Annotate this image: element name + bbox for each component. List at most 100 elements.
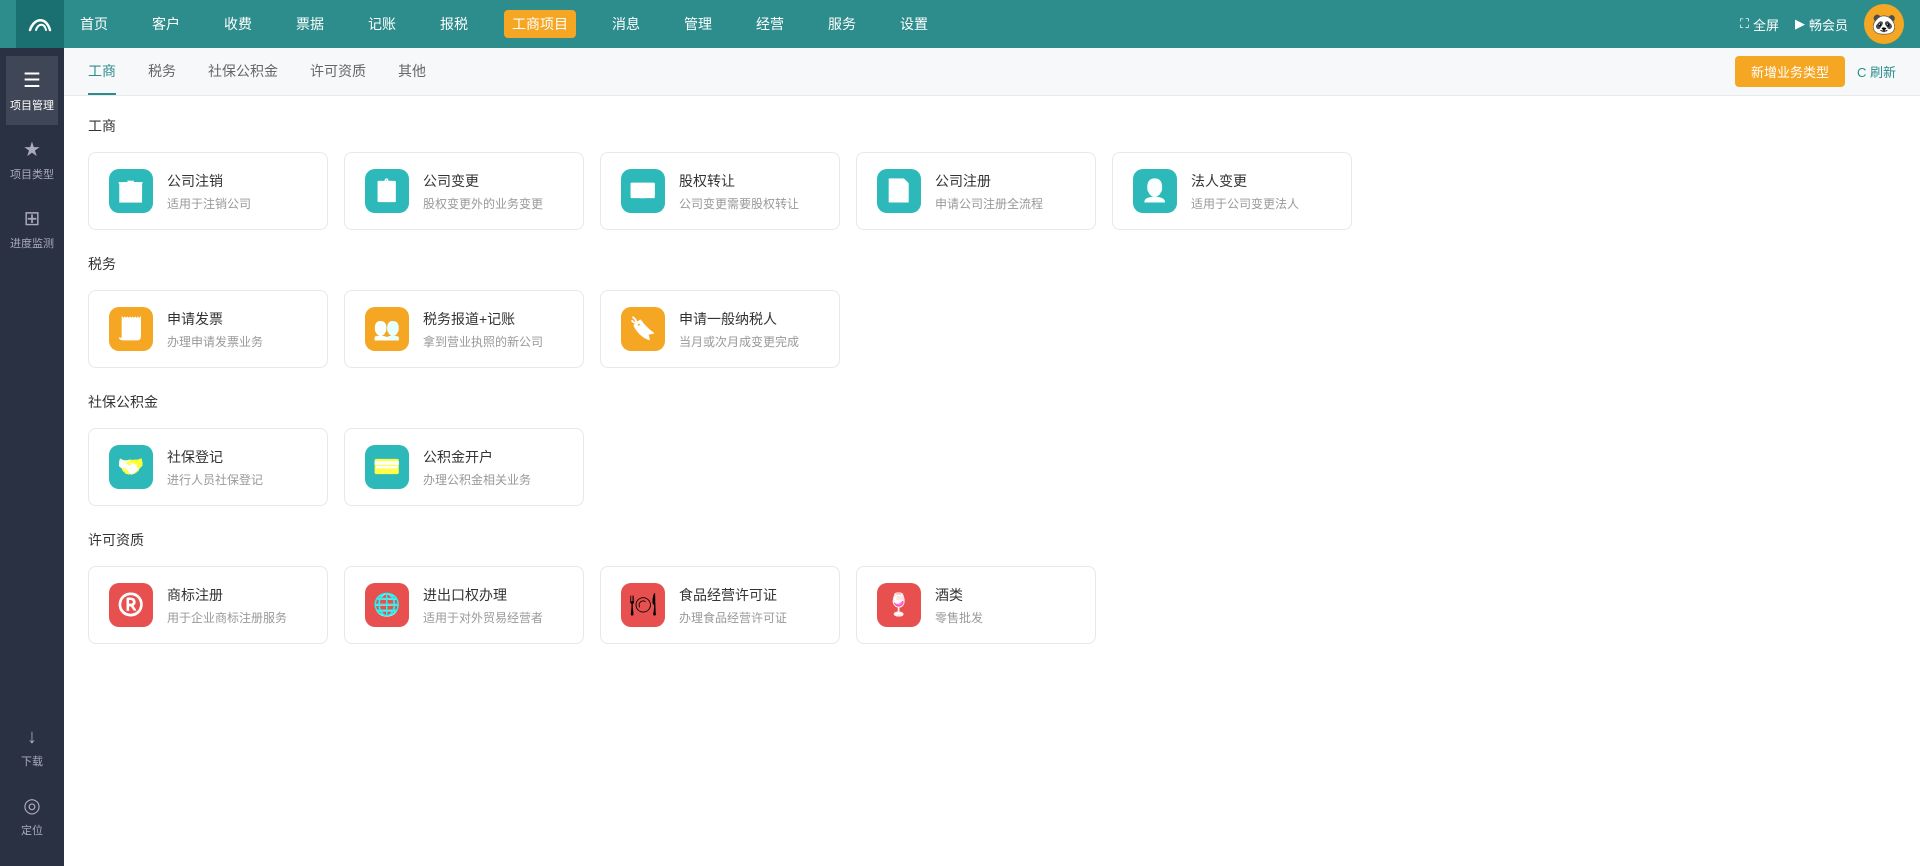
card-icon-公司变更: 📋 [365, 169, 409, 213]
card-emoji-申请发票: 🧾 [117, 316, 144, 342]
card-text-公司变更: 公司变更 股权变更外的业务变更 [423, 171, 543, 212]
section-税务: 税务 🧾 申请发票 办理申请发票业务 👥 税务报道+记账 拿到营业执照的新公司 … [88, 254, 1896, 368]
sidebar-icon-项目类型: ★ [23, 137, 41, 162]
fullscreen-button[interactable]: ⛶ 全屏 [1740, 15, 1779, 34]
card-emoji-股权转让: 💴 [629, 178, 656, 204]
sidebar-item-项目类型[interactable]: ★项目类型 [6, 125, 58, 194]
cards-grid: 🏢 公司注销 适用于注销公司 📋 公司变更 股权变更外的业务变更 💴 股权转让 … [88, 152, 1896, 230]
tab-税务[interactable]: 税务 [148, 49, 176, 95]
card-进出口权办理[interactable]: 🌐 进出口权办理 适用于对外贸易经营者 [344, 566, 584, 644]
nav-item-收费[interactable]: 收费 [216, 10, 260, 38]
card-text-公积金开户: 公积金开户 办理公积金相关业务 [423, 447, 531, 488]
card-食品经营许可证[interactable]: 🍽 食品经营许可证 办理食品经营许可证 [600, 566, 840, 644]
sidebar-item-项目管理[interactable]: ☰项目管理 [6, 56, 58, 125]
card-emoji-法人变更: 👤 [1141, 178, 1168, 204]
card-icon-食品经营许可证: 🍽 [621, 583, 665, 627]
nav-item-消息[interactable]: 消息 [604, 10, 648, 38]
sidebar-bottom-item-定位[interactable]: ◎定位 [17, 781, 47, 850]
nav-item-经营[interactable]: 经营 [748, 10, 792, 38]
card-icon-公司注册: 📄 [877, 169, 921, 213]
sidebar: ☰项目管理★项目类型⊞进度监测 ↓下载◎定位 [0, 48, 64, 866]
card-税务报道+记账[interactable]: 👥 税务报道+记账 拿到营业执照的新公司 [344, 290, 584, 368]
mascot-avatar: 🐼 [1864, 4, 1904, 44]
card-desc-公司注册: 申请公司注册全流程 [935, 195, 1043, 212]
tab-其他[interactable]: 其他 [398, 49, 426, 95]
nav-item-设置[interactable]: 设置 [892, 10, 936, 38]
nav-item-报税[interactable]: 报税 [432, 10, 476, 38]
card-emoji-公司注销: 🏢 [117, 178, 144, 204]
nav-item-记账[interactable]: 记账 [360, 10, 404, 38]
member-button[interactable]: ▶ 畅会员 [1795, 15, 1848, 34]
card-公司注销[interactable]: 🏢 公司注销 适用于注销公司 [88, 152, 328, 230]
cards-grid: ®️ 商标注册 用于企业商标注册服务 🌐 进出口权办理 适用于对外贸易经营者 🍽… [88, 566, 1896, 644]
card-icon-社保登记: 🤝 [109, 445, 153, 489]
card-title-酒类: 酒类 [935, 585, 983, 605]
content-area: 工商 🏢 公司注销 适用于注销公司 📋 公司变更 股权变更外的业务变更 💴 股权… [64, 96, 1920, 866]
tab-社保公积金[interactable]: 社保公积金 [208, 49, 278, 95]
card-社保登记[interactable]: 🤝 社保登记 进行人员社保登记 [88, 428, 328, 506]
card-申请一般纳税人[interactable]: 🔖 申请一般纳税人 当月或次月成变更完成 [600, 290, 840, 368]
card-icon-公司注销: 🏢 [109, 169, 153, 213]
sidebar-bottom: ↓下载◎定位 [17, 714, 47, 866]
card-emoji-公司变更: 📋 [373, 178, 400, 204]
card-emoji-商标注册: ®️ [117, 592, 144, 618]
card-title-税务报道+记账: 税务报道+记账 [423, 309, 543, 329]
card-text-商标注册: 商标注册 用于企业商标注册服务 [167, 585, 287, 626]
card-酒类[interactable]: 🍷 酒类 零售批发 [856, 566, 1096, 644]
nav-item-客户[interactable]: 客户 [144, 10, 188, 38]
card-text-社保登记: 社保登记 进行人员社保登记 [167, 447, 263, 488]
card-desc-税务报道+记账: 拿到营业执照的新公司 [423, 333, 543, 350]
cards-grid: 🤝 社保登记 进行人员社保登记 💳 公积金开户 办理公积金相关业务 [88, 428, 1896, 506]
tab-工商[interactable]: 工商 [88, 49, 116, 95]
card-申请发票[interactable]: 🧾 申请发票 办理申请发票业务 [88, 290, 328, 368]
card-法人变更[interactable]: 👤 法人变更 适用于公司变更法人 [1112, 152, 1352, 230]
card-desc-法人变更: 适用于公司变更法人 [1191, 195, 1299, 212]
card-公司变更[interactable]: 📋 公司变更 股权变更外的业务变更 [344, 152, 584, 230]
nav-item-工商项目[interactable]: 工商项目 [504, 10, 576, 38]
card-text-税务报道+记账: 税务报道+记账 拿到营业执照的新公司 [423, 309, 543, 350]
sidebar-icon-下载: ↓ [27, 726, 37, 749]
tab-bar-actions: 新增业务类型 C 刷新 [1735, 56, 1896, 87]
card-desc-公司变更: 股权变更外的业务变更 [423, 195, 543, 212]
nav-item-首页[interactable]: 首页 [72, 10, 116, 38]
fullscreen-icon: ⛶ [1740, 16, 1749, 32]
nav-item-服务[interactable]: 服务 [820, 10, 864, 38]
card-desc-酒类: 零售批发 [935, 609, 983, 626]
card-desc-公司注销: 适用于注销公司 [167, 195, 251, 212]
section-工商: 工商 🏢 公司注销 适用于注销公司 📋 公司变更 股权变更外的业务变更 💴 股权… [88, 116, 1896, 230]
card-股权转让[interactable]: 💴 股权转让 公司变更需要股权转让 [600, 152, 840, 230]
card-公司注册[interactable]: 📄 公司注册 申请公司注册全流程 [856, 152, 1096, 230]
card-title-股权转让: 股权转让 [679, 171, 799, 191]
section-许可资质: 许可资质 ®️ 商标注册 用于企业商标注册服务 🌐 进出口权办理 适用于对外贸易… [88, 530, 1896, 644]
nav-item-票据[interactable]: 票据 [288, 10, 332, 38]
card-desc-进出口权办理: 适用于对外贸易经营者 [423, 609, 543, 626]
section-title: 社保公积金 [88, 392, 1896, 412]
card-icon-进出口权办理: 🌐 [365, 583, 409, 627]
card-text-酒类: 酒类 零售批发 [935, 585, 983, 626]
nav-item-管理[interactable]: 管理 [676, 10, 720, 38]
app-logo [16, 0, 64, 48]
tab-许可资质[interactable]: 许可资质 [310, 49, 366, 95]
card-title-公司变更: 公司变更 [423, 171, 543, 191]
card-title-社保登记: 社保登记 [167, 447, 263, 467]
card-text-申请发票: 申请发票 办理申请发票业务 [167, 309, 263, 350]
card-title-商标注册: 商标注册 [167, 585, 287, 605]
section-title: 税务 [88, 254, 1896, 274]
play-icon: ▶ [1795, 16, 1805, 32]
card-text-申请一般纳税人: 申请一般纳税人 当月或次月成变更完成 [679, 309, 799, 350]
add-business-type-button[interactable]: 新增业务类型 [1735, 56, 1845, 87]
card-desc-申请发票: 办理申请发票业务 [167, 333, 263, 350]
card-text-公司注销: 公司注销 适用于注销公司 [167, 171, 251, 212]
card-text-公司注册: 公司注册 申请公司注册全流程 [935, 171, 1043, 212]
card-公积金开户[interactable]: 💳 公积金开户 办理公积金相关业务 [344, 428, 584, 506]
cards-grid: 🧾 申请发票 办理申请发票业务 👥 税务报道+记账 拿到营业执照的新公司 🔖 申… [88, 290, 1896, 368]
card-emoji-社保登记: 🤝 [117, 454, 144, 480]
tabs: 工商税务社保公积金许可资质其他 [88, 49, 1735, 94]
member-label: 畅会员 [1809, 15, 1848, 34]
top-nav-right: ⛶ 全屏 ▶ 畅会员 🐼 [1740, 4, 1904, 44]
sidebar-item-进度监测[interactable]: ⊞进度监测 [6, 194, 58, 263]
refresh-button[interactable]: C 刷新 [1857, 62, 1896, 81]
card-商标注册[interactable]: ®️ 商标注册 用于企业商标注册服务 [88, 566, 328, 644]
card-text-法人变更: 法人变更 适用于公司变更法人 [1191, 171, 1299, 212]
sidebar-bottom-item-下载[interactable]: ↓下载 [17, 714, 47, 781]
